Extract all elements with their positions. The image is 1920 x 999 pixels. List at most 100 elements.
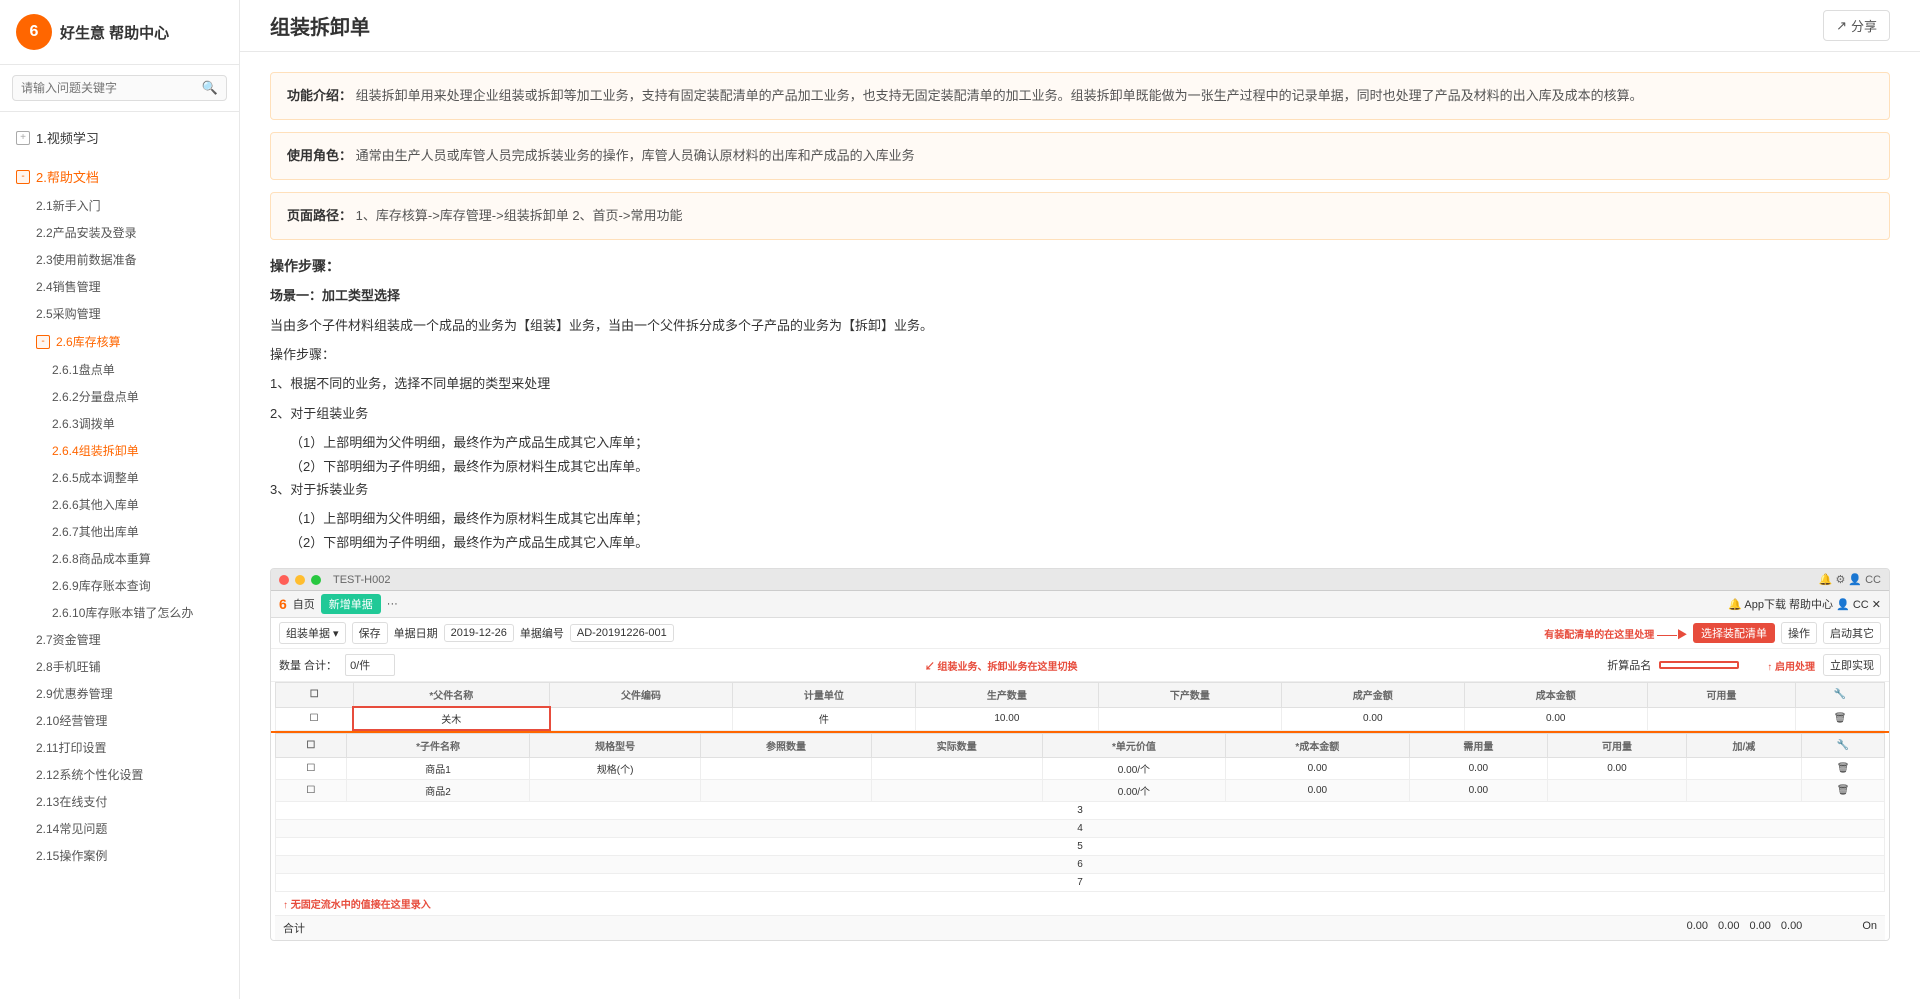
sidebar-item-move[interactable]: 2.6.3调拨单 bbox=[0, 410, 239, 437]
empty-row-5: 5 bbox=[276, 838, 1885, 856]
sidebar-item-otherout[interactable]: 2.6.7其他出库单 bbox=[0, 518, 239, 545]
sidebar-item-stocksplit[interactable]: 2.6.2分量盘点单 bbox=[0, 383, 239, 410]
col-parent-name: *父件名称 bbox=[353, 683, 549, 708]
col-produce-amt: 成产金额 bbox=[1281, 683, 1464, 708]
num-value: 0/件 bbox=[345, 654, 395, 676]
sidebar-item-inventoryerror[interactable]: 2.6.10库存账本错了怎么办 bbox=[0, 599, 239, 626]
nav-section-video: + 1.视频学习 bbox=[0, 118, 239, 157]
table-row: 4 bbox=[276, 820, 1885, 838]
sidebar-item-inventory[interactable]: - 2.6库存核算 bbox=[0, 327, 239, 356]
nav-dots: ··· bbox=[387, 598, 398, 610]
row-available bbox=[1647, 707, 1795, 730]
sidebar-item-onlinepay[interactable]: 2.13在线支付 bbox=[0, 788, 239, 815]
select-bom-btn[interactable]: 选择装配清单 bbox=[1693, 623, 1775, 643]
child1-ref bbox=[701, 758, 872, 780]
child2-addsub bbox=[1686, 780, 1801, 802]
child1-spec: 规格(个) bbox=[530, 758, 701, 780]
order-type-select[interactable]: 组装单据 ▾ bbox=[279, 622, 346, 644]
col-checkbox: ☐ bbox=[276, 683, 354, 708]
footer-spacer2 bbox=[1812, 920, 1852, 936]
sidebar-item-video[interactable]: + 1.视频学习 bbox=[0, 122, 239, 153]
child2-unit-val: 0.00/个 bbox=[1042, 780, 1225, 802]
col-child-name: *子件名称 bbox=[346, 734, 529, 758]
date-value: 2019-12-26 bbox=[444, 624, 514, 642]
role-block: 使用角色： 通常由生产人员或库管人员完成拆装业务的操作，库管人员确认原材料的出库… bbox=[270, 132, 1890, 180]
row-checkbox: ☐ bbox=[276, 707, 354, 730]
search-icon[interactable]: 🔍 bbox=[202, 80, 218, 96]
confirm-btn[interactable]: 立即实现 bbox=[1823, 654, 1881, 676]
sidebar-item-inventoryquery[interactable]: 2.6.9库存账本查询 bbox=[0, 572, 239, 599]
child2-name: 商品2 bbox=[346, 780, 529, 802]
col-unit: 计量单位 bbox=[732, 683, 915, 708]
child2-spec bbox=[530, 780, 701, 802]
sidebar-item-stocktake[interactable]: 2.6.1盘点单 bbox=[0, 356, 239, 383]
row-produce-qty: 10.00 bbox=[915, 707, 1098, 730]
sidebar-item-sysconfig[interactable]: 2.12系统个性化设置 bbox=[0, 761, 239, 788]
col-parent-code: 父件编码 bbox=[550, 683, 733, 708]
page-title: 组装拆卸单 bbox=[270, 11, 370, 40]
num-label: 数量 合计： bbox=[279, 657, 337, 673]
scene1-title: 场景一：加工类型选择 bbox=[270, 284, 1890, 307]
app-nav-bar: 6 自页 新增单据 ··· 🔔 App下载 帮助中心 👤 CC ✕ bbox=[271, 591, 1889, 618]
footer-totals: 合计 0.00 0.00 0.00 0.00 On bbox=[275, 915, 1885, 940]
new-order-btn[interactable]: 新增单据 bbox=[321, 594, 381, 614]
sidebar-item-docs[interactable]: - 2.帮助文档 bbox=[0, 161, 239, 192]
row-unit: 件 bbox=[732, 707, 915, 730]
sidebar-item-newcomer[interactable]: 2.1新手入门 bbox=[0, 192, 239, 219]
sidebar-item-finance[interactable]: 2.7资金管理 bbox=[0, 626, 239, 653]
sidebar-item-purchase[interactable]: 2.5采购管理 bbox=[0, 300, 239, 327]
role-label: 使用角色： bbox=[287, 148, 352, 163]
search-box: 🔍 bbox=[12, 75, 227, 101]
path-block: 页面路径： 1、库存核算->库存管理->组装拆卸单 2、首页->常用功能 bbox=[270, 192, 1890, 240]
footer-val4: 0.00 bbox=[1781, 920, 1802, 936]
save-btn[interactable]: 保存 bbox=[352, 622, 388, 644]
child1-needed: 0.00 bbox=[1409, 758, 1548, 780]
empty-row-6: 6 bbox=[276, 856, 1885, 874]
table-row: ☐ 商品1 规格(个) 0.00/个 0.00 0.00 0.00 🗑 bbox=[276, 758, 1885, 780]
logo-icon: 6 bbox=[16, 14, 52, 50]
sidebar-item-data[interactable]: 2.3使用前数据准备 bbox=[0, 246, 239, 273]
search-input[interactable] bbox=[21, 81, 202, 95]
child2-ops: 🗑 bbox=[1802, 780, 1885, 802]
sidebar-item-assembly[interactable]: 2.6.4组装拆卸单 bbox=[0, 437, 239, 464]
sidebar-item-mobile[interactable]: 2.8手机旺铺 bbox=[0, 653, 239, 680]
scene1-title-text: 场景一：加工类型选择 bbox=[270, 288, 400, 303]
step-2: 2、对于组装业务 bbox=[270, 402, 1890, 425]
action-btn2[interactable]: 启动其它 bbox=[1823, 622, 1881, 644]
close-btn-icon bbox=[279, 575, 289, 585]
share-button[interactable]: ↗ 分享 bbox=[1823, 10, 1890, 41]
table-row: ☐ 关木 件 10.00 0.00 0.00 🗑 bbox=[276, 707, 1885, 730]
sidebar-item-costrecalc[interactable]: 2.6.8商品成本重算 bbox=[0, 545, 239, 572]
footer-val3: 0.00 bbox=[1749, 920, 1770, 936]
row-parent-name: 关木 bbox=[353, 707, 549, 730]
col-produce-qty: 生产数量 bbox=[915, 683, 1098, 708]
child2-ref bbox=[701, 780, 872, 802]
order-no-value: AD-20191226-001 bbox=[570, 624, 674, 642]
action-btn1[interactable]: 操作 bbox=[1781, 622, 1817, 644]
sidebar-item-print[interactable]: 2.11打印设置 bbox=[0, 734, 239, 761]
footer-val2: 0.00 bbox=[1718, 920, 1739, 936]
sidebar: 6 好生意 帮助中心 🔍 + 1.视频学习 - 2.帮助文档 2.1新手入门 2… bbox=[0, 0, 240, 999]
sidebar-item-cases[interactable]: 2.15操作案例 bbox=[0, 842, 239, 869]
table-row: 3 bbox=[276, 802, 1885, 820]
child1-cost: 0.00 bbox=[1226, 758, 1409, 780]
row-produce-amt: 0.00 bbox=[1281, 707, 1464, 730]
sidebar-item-ops[interactable]: 2.10经营管理 bbox=[0, 707, 239, 734]
sidebar-item-install[interactable]: 2.2产品安装及登录 bbox=[0, 219, 239, 246]
child2-needed: 0.00 bbox=[1409, 780, 1548, 802]
table-row: 7 bbox=[276, 874, 1885, 892]
col-available2: 可用量 bbox=[1548, 734, 1687, 758]
child1-avail: 0.00 bbox=[1548, 758, 1687, 780]
sidebar-item-faq[interactable]: 2.14常见问题 bbox=[0, 815, 239, 842]
redfield-input[interactable] bbox=[1659, 661, 1739, 669]
col-unit-value: *单元价值 bbox=[1042, 734, 1225, 758]
sidebar-item-costadjust[interactable]: 2.6.5成本调整单 bbox=[0, 464, 239, 491]
child1-ops: 🗑 bbox=[1802, 758, 1885, 780]
sidebar-item-otherin[interactable]: 2.6.6其他入库单 bbox=[0, 491, 239, 518]
content-area: 功能介绍： 组装拆卸单用来处理企业组装或拆卸等加工业务，支持有固定装配清单的产品… bbox=[240, 52, 1920, 999]
child1-actual bbox=[871, 758, 1042, 780]
path-text: 1、库存核算->库存管理->组装拆卸单 2、首页->常用功能 bbox=[356, 208, 683, 223]
sidebar-item-coupon[interactable]: 2.9优惠券管理 bbox=[0, 680, 239, 707]
sidebar-item-sales[interactable]: 2.4销售管理 bbox=[0, 273, 239, 300]
redfield-label: 折算品名 bbox=[1607, 657, 1651, 673]
